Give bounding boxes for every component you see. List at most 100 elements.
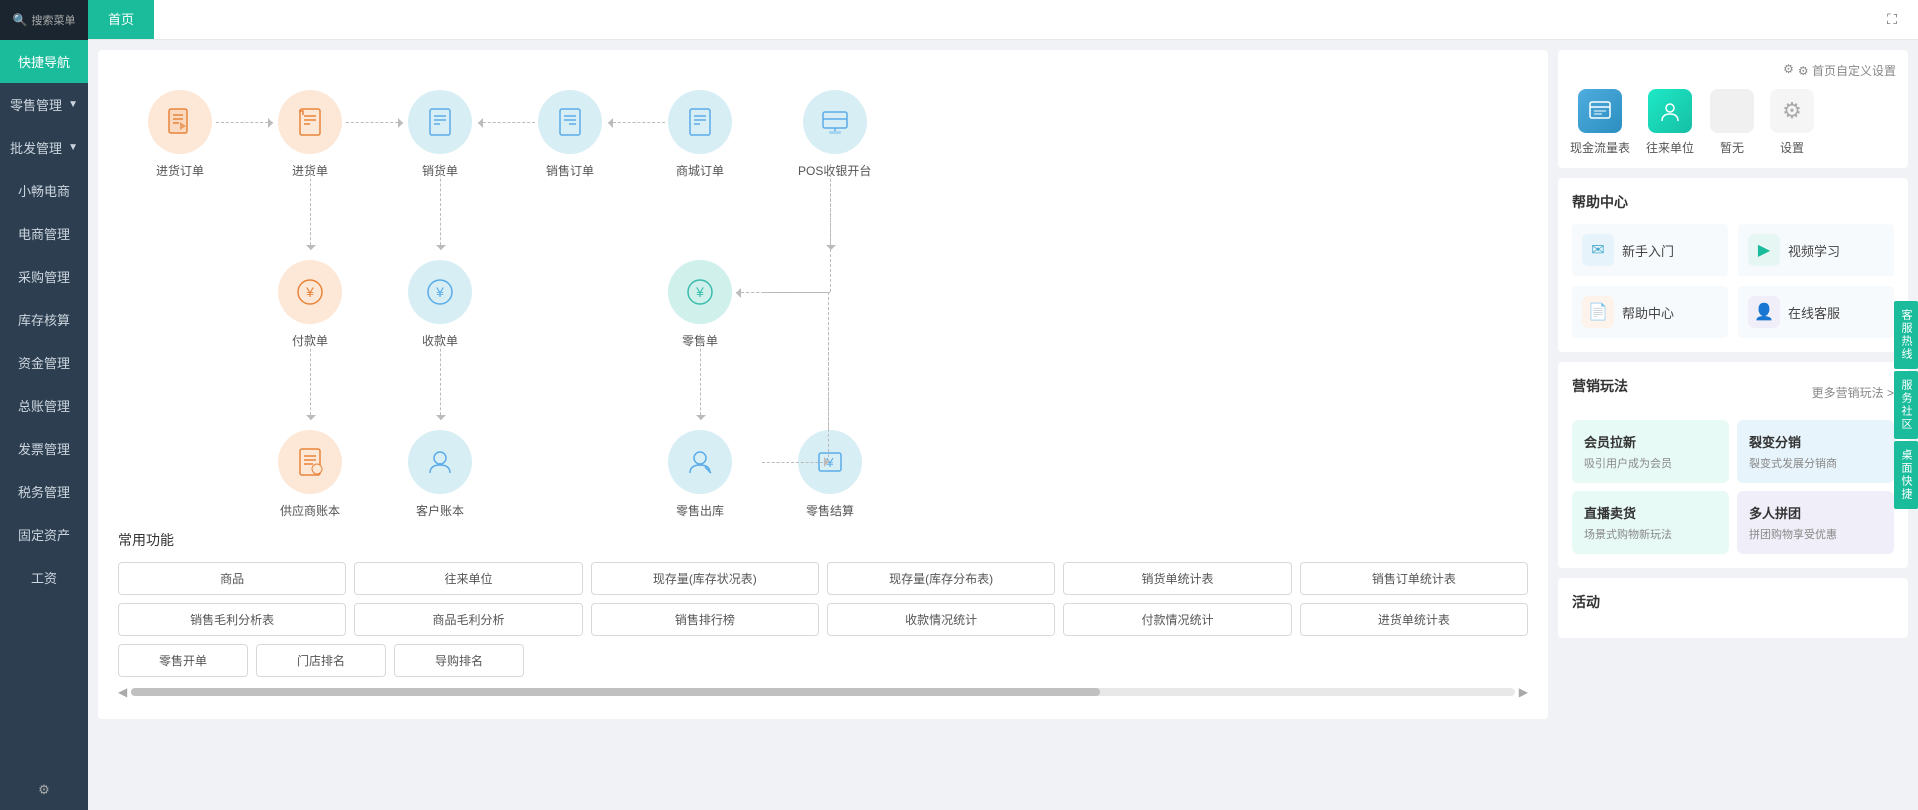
sidebar-item-invoice[interactable]: 发票管理 bbox=[0, 427, 88, 470]
scroll-track[interactable] bbox=[131, 688, 1515, 696]
marketing-title: 营销玩法 bbox=[1572, 376, 1628, 396]
nav-cashflow[interactable]: 现金流量表 bbox=[1570, 89, 1630, 156]
help-icon-item: 📄 bbox=[1582, 296, 1614, 328]
sidebar-item-quicknav[interactable]: 快捷导航 bbox=[0, 40, 88, 83]
gear-icon: ⚙ bbox=[38, 782, 50, 797]
node-retail-settle[interactable]: ¥ 零售结算 bbox=[798, 430, 862, 519]
sidebar-search-label: 搜索菜单 bbox=[31, 12, 75, 28]
func-btn-store-rank[interactable]: 门店排名 bbox=[256, 644, 386, 677]
marketing-grid: 会员拉新 吸引用户成为会员 裂变分销 裂变式发展分销商 直播卖货 场景式购物新玩… bbox=[1572, 420, 1894, 554]
chevron-down-icon: ▼ bbox=[68, 142, 78, 153]
func-btn-purchase-stat[interactable]: 进货单统计表 bbox=[1300, 603, 1528, 636]
sidebar-item-ledger[interactable]: 总账管理 bbox=[0, 384, 88, 427]
nav-settings[interactable]: ⚙ 设置 bbox=[1770, 89, 1814, 156]
main-panel: .abs-node { position: absolute; display:… bbox=[88, 40, 1558, 810]
node-pos[interactable]: POS收银开台 bbox=[798, 90, 871, 179]
scroll-left-arrow[interactable]: ◀ bbox=[118, 685, 127, 699]
func-btn-receipt-stat[interactable]: 收款情况统计 bbox=[827, 603, 1055, 636]
expand-btn[interactable]: ⛶ bbox=[1878, 6, 1906, 34]
sidebar-item-ecommerce-small[interactable]: 小畅电商 bbox=[0, 169, 88, 212]
svg-text:¥: ¥ bbox=[695, 284, 704, 300]
flow-card: .abs-node { position: absolute; display:… bbox=[98, 50, 1548, 719]
main-area: 首页 ⛶ .abs-node { position: absolute; dis… bbox=[88, 0, 1918, 810]
sidebar-item-salary[interactable]: 工资 bbox=[0, 556, 88, 599]
cashflow-icon bbox=[1578, 89, 1622, 133]
node-supplier-book[interactable]: 供应商账本 bbox=[278, 430, 342, 519]
help-title: 帮助中心 bbox=[1572, 192, 1894, 212]
float-btn-community[interactable]: 服务社区 bbox=[1894, 371, 1918, 439]
sidebar-item-wholesale[interactable]: 批发管理 ▼ bbox=[0, 126, 88, 169]
func-btn-sales-stat[interactable]: 销货单统计表 bbox=[1063, 562, 1291, 595]
activity-title: 活动 bbox=[1572, 592, 1894, 612]
svg-text:¥: ¥ bbox=[435, 284, 444, 300]
marketing-header: 营销玩法 更多营销玩法 > bbox=[1572, 376, 1894, 408]
help-item-help[interactable]: 📄 帮助中心 bbox=[1572, 286, 1728, 338]
nav-empty: 暂无 bbox=[1710, 89, 1754, 156]
common-functions-section: 常用功能 商品 往来单位 现存量(库存状况表) 现存量(库存分布表) 销货单统计… bbox=[118, 530, 1528, 699]
sidebar-item-retail[interactable]: 零售管理 ▼ bbox=[0, 83, 88, 126]
purchase-icon bbox=[278, 90, 342, 154]
marketing-item-member[interactable]: 会员拉新 吸引用户成为会员 bbox=[1572, 420, 1729, 483]
func-btn-product-profit[interactable]: 商品毛利分析 bbox=[354, 603, 582, 636]
func-btn-retail-order[interactable]: 零售开单 bbox=[118, 644, 248, 677]
func-btn-sales-order-stat[interactable]: 销售订单统计表 bbox=[1300, 562, 1528, 595]
marketing-item-livestream[interactable]: 直播卖货 场景式购物新玩法 bbox=[1572, 491, 1729, 554]
func-btn-inventory-status[interactable]: 现存量(库存状况表) bbox=[591, 562, 819, 595]
functions-row2: 销售毛利分析表 商品毛利分析 销售排行榜 收款情况统计 付款情况统计 进货单统计… bbox=[118, 603, 1528, 636]
node-customer-book[interactable]: 客户账本 bbox=[408, 430, 472, 519]
customize-btn[interactable]: ⚙ ⚙ 首页自定义设置 bbox=[1570, 62, 1896, 79]
func-btn-product[interactable]: 商品 bbox=[118, 562, 346, 595]
func-btn-sales-rank[interactable]: 销售排行榜 bbox=[591, 603, 819, 636]
scroll-thumb bbox=[131, 688, 1099, 696]
marketing-item-fission[interactable]: 裂变分销 裂变式发展分销商 bbox=[1737, 420, 1894, 483]
sales-icon bbox=[408, 90, 472, 154]
sidebar-settings-btn[interactable]: ⚙ bbox=[0, 770, 88, 810]
functions-row1: 商品 往来单位 现存量(库存状况表) 现存量(库存分布表) 销货单统计表 销售订… bbox=[118, 562, 1528, 595]
service-icon: 👤 bbox=[1748, 296, 1780, 328]
func-btn-inventory-dist[interactable]: 现存量(库存分布表) bbox=[827, 562, 1055, 595]
func-btn-sales-profit[interactable]: 销售毛利分析表 bbox=[118, 603, 346, 636]
sidebar-item-ecommerce[interactable]: 电商管理 bbox=[0, 212, 88, 255]
supplier-book-icon bbox=[278, 430, 342, 494]
nav-contacts[interactable]: 往来单位 bbox=[1646, 89, 1694, 156]
video-icon: ▶ bbox=[1748, 234, 1780, 266]
sidebar-item-inventory[interactable]: 库存核算 bbox=[0, 298, 88, 341]
node-purchase-order[interactable]: 进货订单 bbox=[148, 90, 212, 179]
retail-out-icon bbox=[668, 430, 732, 494]
top-bar: 首页 ⛶ bbox=[88, 0, 1918, 40]
content-area: .abs-node { position: absolute; display:… bbox=[88, 40, 1918, 810]
help-panel: 帮助中心 ✉ 新手入门 ▶ 视频学习 📄 帮助中心 👤 bbox=[1558, 178, 1908, 352]
func-btn-payment-stat[interactable]: 付款情况统计 bbox=[1063, 603, 1291, 636]
payment-icon: ¥ bbox=[278, 260, 342, 324]
retail-icon: ¥ bbox=[668, 260, 732, 324]
help-item-video[interactable]: ▶ 视频学习 bbox=[1738, 224, 1894, 276]
help-grid: ✉ 新手入门 ▶ 视频学习 📄 帮助中心 👤 在线客服 bbox=[1572, 224, 1894, 338]
top-bar-right: ⛶ bbox=[1878, 0, 1918, 39]
sidebar-item-purchase[interactable]: 采购管理 bbox=[0, 255, 88, 298]
sales-order-icon bbox=[538, 90, 602, 154]
sidebar-item-assets[interactable]: 固定资产 bbox=[0, 513, 88, 556]
flow-diagram: .abs-node { position: absolute; display:… bbox=[118, 70, 1528, 530]
sidebar-item-tax[interactable]: 税务管理 bbox=[0, 470, 88, 513]
float-btn-service[interactable]: 客服热线 bbox=[1894, 301, 1918, 369]
search-icon: 🔍 bbox=[13, 13, 28, 27]
functions-row3: 零售开单 门店排名 导购排名 bbox=[118, 644, 1528, 677]
float-btn-desktop[interactable]: 桌面快捷 bbox=[1894, 441, 1918, 509]
scrollbar: ◀ ▶ bbox=[118, 685, 1528, 699]
func-btn-contacts[interactable]: 往来单位 bbox=[354, 562, 582, 595]
sidebar: 🔍 搜索菜单 快捷导航 零售管理 ▼ 批发管理 ▼ 小畅电商 电商管理 采购管理… bbox=[0, 0, 88, 810]
purchase-order-icon bbox=[148, 90, 212, 154]
marketing-more-link[interactable]: 更多营销玩法 > bbox=[1812, 384, 1894, 401]
help-item-beginner[interactable]: ✉ 新手入门 bbox=[1572, 224, 1728, 276]
node-mall-order[interactable]: 商城订单 bbox=[668, 90, 732, 179]
sidebar-search[interactable]: 🔍 搜索菜单 bbox=[0, 0, 88, 40]
func-btn-guide-rank[interactable]: 导购排名 bbox=[394, 644, 524, 677]
node-retail-out[interactable]: 零售出库 bbox=[668, 430, 732, 519]
customer-book-icon bbox=[408, 430, 472, 494]
marketing-item-group-buy[interactable]: 多人拼团 拼团购物享受优惠 bbox=[1737, 491, 1894, 554]
scroll-right-arrow[interactable]: ▶ bbox=[1519, 685, 1528, 699]
sidebar-item-capital[interactable]: 资金管理 bbox=[0, 341, 88, 384]
tab-home[interactable]: 首页 bbox=[88, 0, 154, 39]
help-item-service[interactable]: 👤 在线客服 bbox=[1738, 286, 1894, 338]
node-sales-order[interactable]: 销售订单 bbox=[538, 90, 602, 179]
